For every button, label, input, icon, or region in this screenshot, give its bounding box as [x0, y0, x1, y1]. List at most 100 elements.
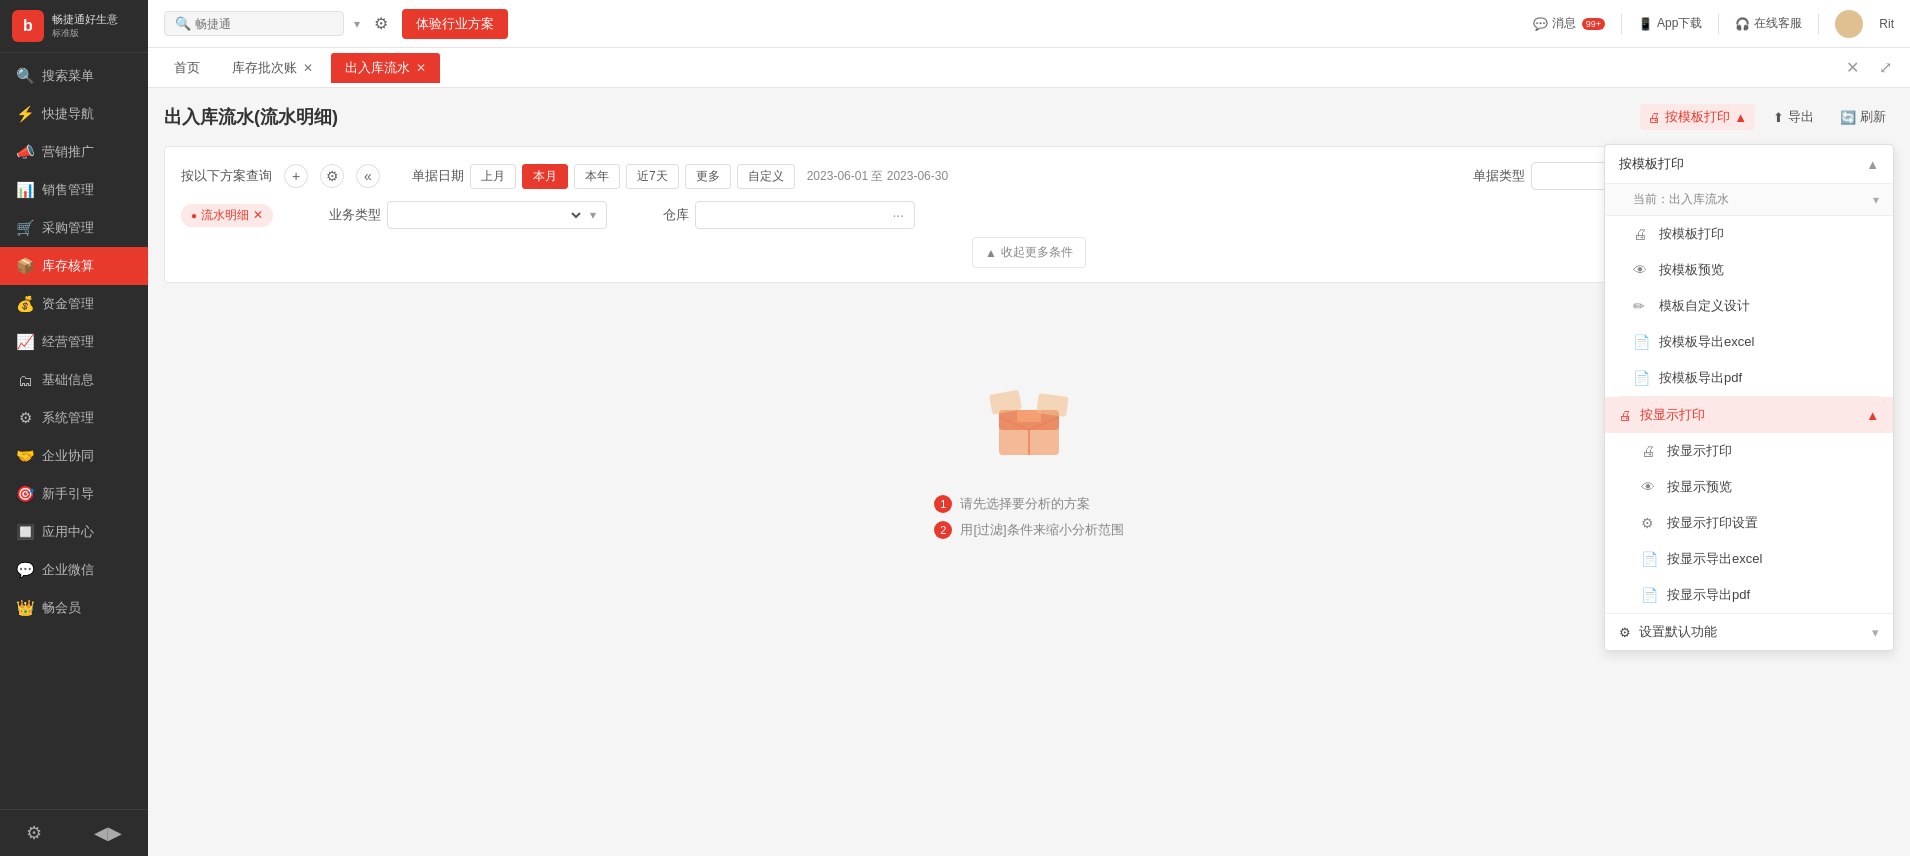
search-chevron-icon[interactable]: ▾	[354, 17, 360, 31]
sidebar-item-wechat[interactable]: 💬 企业微信	[0, 551, 148, 589]
warehouse-more-icon[interactable]: ···	[892, 207, 904, 223]
biz-type-field[interactable]: ▾	[387, 201, 607, 229]
print-label: 按模板打印	[1665, 108, 1730, 126]
sidebar-label-basic: 基础信息	[42, 371, 94, 389]
current-template-chevron-icon[interactable]: ▾	[1873, 193, 1879, 207]
sidebar-item-quicknav[interactable]: ⚡ 快捷导航	[0, 95, 148, 133]
search-settings-btn[interactable]: ⚙	[320, 164, 344, 188]
sidebar-item-appcenter[interactable]: 🔲 应用中心	[0, 513, 148, 551]
sidebar-item-collab[interactable]: 🤝 企业协同	[0, 437, 148, 475]
avatar	[1835, 10, 1863, 38]
sidebar-item-purchase[interactable]: 🛒 采购管理	[0, 209, 148, 247]
settings-btn[interactable]: ⚙	[18, 818, 50, 848]
sidebar-icon-basic: 🗂	[16, 372, 34, 389]
dropdown-template-print[interactable]: 🖨 按模板打印	[1605, 216, 1893, 252]
date-prev-month[interactable]: 上月	[470, 164, 516, 189]
collapse-more-btn[interactable]: ▲ 收起更多条件	[972, 237, 1086, 268]
sidebar-nav: 🔍 搜索菜单 ⚡ 快捷导航 📣 营销推广 📊 销售管理 🛒 采购管理 📦 库存核…	[0, 53, 148, 809]
tab-close-window-btn[interactable]: ✕	[1840, 56, 1865, 79]
sidebar-label-inventory: 库存核算	[42, 257, 94, 275]
collapse-arrow-icon: ▲	[985, 246, 997, 260]
sidebar-icon-newbie: 🎯	[16, 485, 34, 503]
biz-type-section: 业务类型 ▾	[329, 201, 607, 229]
sidebar-item-finance[interactable]: 💰 资金管理	[0, 285, 148, 323]
print-dropdown-btn[interactable]: 🖨 按模板打印 ▲	[1640, 104, 1755, 130]
sidebar-item-search[interactable]: 🔍 搜索菜单	[0, 57, 148, 95]
add-search-btn[interactable]: +	[284, 164, 308, 188]
step2-num: 2	[934, 521, 952, 539]
topbar-search-box[interactable]: 🔍	[164, 11, 344, 36]
sidebar-label-wechat: 企业微信	[42, 561, 94, 579]
topbar-right: 💬 消息 99+ 📱 App下载 🎧 在线客服 Rit	[1533, 10, 1894, 38]
dropdown-display-pdf[interactable]: 📄 按显示导出pdf	[1605, 577, 1893, 613]
export-btn[interactable]: ⬆ 导出	[1765, 104, 1822, 130]
dropdown-template-custom[interactable]: ✏ 模板自定义设计	[1605, 288, 1893, 324]
collapse-more-label: 收起更多条件	[1001, 244, 1073, 261]
dropdown-header-chevron-icon[interactable]: ▲	[1866, 157, 1879, 172]
sidebar-item-marketing[interactable]: 📣 营销推广	[0, 133, 148, 171]
topbar-app-download[interactable]: 📱 App下载	[1638, 15, 1702, 32]
tab-flow[interactable]: 出入库流水 ✕	[331, 53, 440, 83]
tab-flow-close[interactable]: ✕	[416, 61, 426, 75]
sidebar-item-operations[interactable]: 📈 经营管理	[0, 323, 148, 361]
step1-item: 1 请先选择要分析的方案	[934, 495, 1123, 513]
sidebar-icon-collab: 🤝	[16, 447, 34, 465]
warehouse-input[interactable]	[706, 208, 886, 222]
tab-expand-btn[interactable]: ⤢	[1873, 56, 1898, 79]
step2-text: 用[过滤]条件来缩小分析范围	[960, 521, 1123, 539]
search-input[interactable]	[195, 17, 335, 31]
display-settings-label: 按显示打印设置	[1667, 514, 1758, 532]
dropdown-template-pdf[interactable]: 📄 按模板导出pdf	[1605, 360, 1893, 396]
tag-close-btn[interactable]: ✕	[253, 208, 263, 222]
template-excel-label: 按模板导出excel	[1659, 333, 1754, 351]
dropdown-display-preview[interactable]: 👁 按显示预览	[1605, 469, 1893, 505]
dropdown-display-settings[interactable]: ⚙ 按显示打印设置	[1605, 505, 1893, 541]
topbar-gear-icon[interactable]: ⚙	[374, 14, 388, 33]
tab-batch[interactable]: 库存批次账 ✕	[218, 53, 327, 83]
page-actions: 🖨 按模板打印 ▲ ⬆ 导出 🔄 刷新 按模板打印 ▲	[1640, 104, 1894, 130]
tab-home[interactable]: 首页	[160, 53, 214, 83]
current-template-label: 当前：出入库流水	[1633, 191, 1729, 208]
sidebar-item-basic[interactable]: 🗂 基础信息	[0, 361, 148, 399]
display-section-header[interactable]: 🖨 按显示打印 ▲	[1605, 397, 1893, 433]
footer-chevron-icon: ▾	[1872, 625, 1879, 640]
topbar: 🔍 ▾ ⚙ 体验行业方案 💬 消息 99+ 📱 App下载 🎧 在线客服	[148, 0, 1910, 48]
dropdown-display-excel[interactable]: 📄 按显示导出excel	[1605, 541, 1893, 577]
dropdown-template-preview[interactable]: 👁 按模板预览	[1605, 252, 1893, 288]
sidebar-item-newbie[interactable]: 🎯 新手引导	[0, 475, 148, 513]
sidebar-label-operations: 经营管理	[42, 333, 94, 351]
sidebar-label-collab: 企业协同	[42, 447, 94, 465]
collapse-btn[interactable]: ◀▶	[86, 818, 130, 848]
warehouse-field[interactable]: ···	[695, 201, 915, 229]
date-custom[interactable]: 自定义	[737, 164, 795, 189]
dropdown-footer[interactable]: ⚙ 设置默认功能 ▾	[1605, 613, 1893, 650]
date-cur-year[interactable]: 本年	[574, 164, 620, 189]
biz-type-select[interactable]	[398, 207, 584, 223]
industry-btn[interactable]: 体验行业方案	[402, 9, 508, 39]
sidebar-item-inventory[interactable]: 📦 库存核算	[0, 247, 148, 285]
display-section-chevron-icon[interactable]: ▲	[1866, 408, 1879, 423]
tab-batch-label: 库存批次账	[232, 59, 297, 77]
sidebar-label-marketing: 营销推广	[42, 143, 94, 161]
topbar-message[interactable]: 💬 消息 99+	[1533, 15, 1605, 32]
warehouse-section: 仓库 ···	[663, 201, 915, 229]
date-more[interactable]: 更多	[685, 164, 731, 189]
template-print-icon: 🖨	[1633, 226, 1649, 242]
topbar-service[interactable]: 🎧 在线客服	[1735, 15, 1802, 32]
sidebar-item-system[interactable]: ⚙ 系统管理	[0, 399, 148, 437]
sidebar-label-member: 畅会员	[42, 599, 81, 617]
template-preview-label: 按模板预览	[1659, 261, 1724, 279]
dropdown-template-excel[interactable]: 📄 按模板导出excel	[1605, 324, 1893, 360]
tab-batch-close[interactable]: ✕	[303, 61, 313, 75]
collapse-search-btn[interactable]: «	[356, 164, 380, 188]
dropdown-display-print[interactable]: 🖨 按显示打印	[1605, 433, 1893, 469]
flow-detail-tag: ● 流水明细 ✕	[181, 204, 273, 227]
refresh-btn[interactable]: 🔄 刷新	[1832, 104, 1894, 130]
tab-controls: ✕ ⤢	[1840, 56, 1898, 79]
sidebar-item-member[interactable]: 👑 畅会员	[0, 589, 148, 627]
print-icon: 🖨	[1648, 110, 1661, 125]
sidebar-item-sales[interactable]: 📊 销售管理	[0, 171, 148, 209]
date-cur-month[interactable]: 本月	[522, 164, 568, 189]
date-7days[interactable]: 近7天	[626, 164, 679, 189]
service-icon: 🎧	[1735, 17, 1750, 31]
